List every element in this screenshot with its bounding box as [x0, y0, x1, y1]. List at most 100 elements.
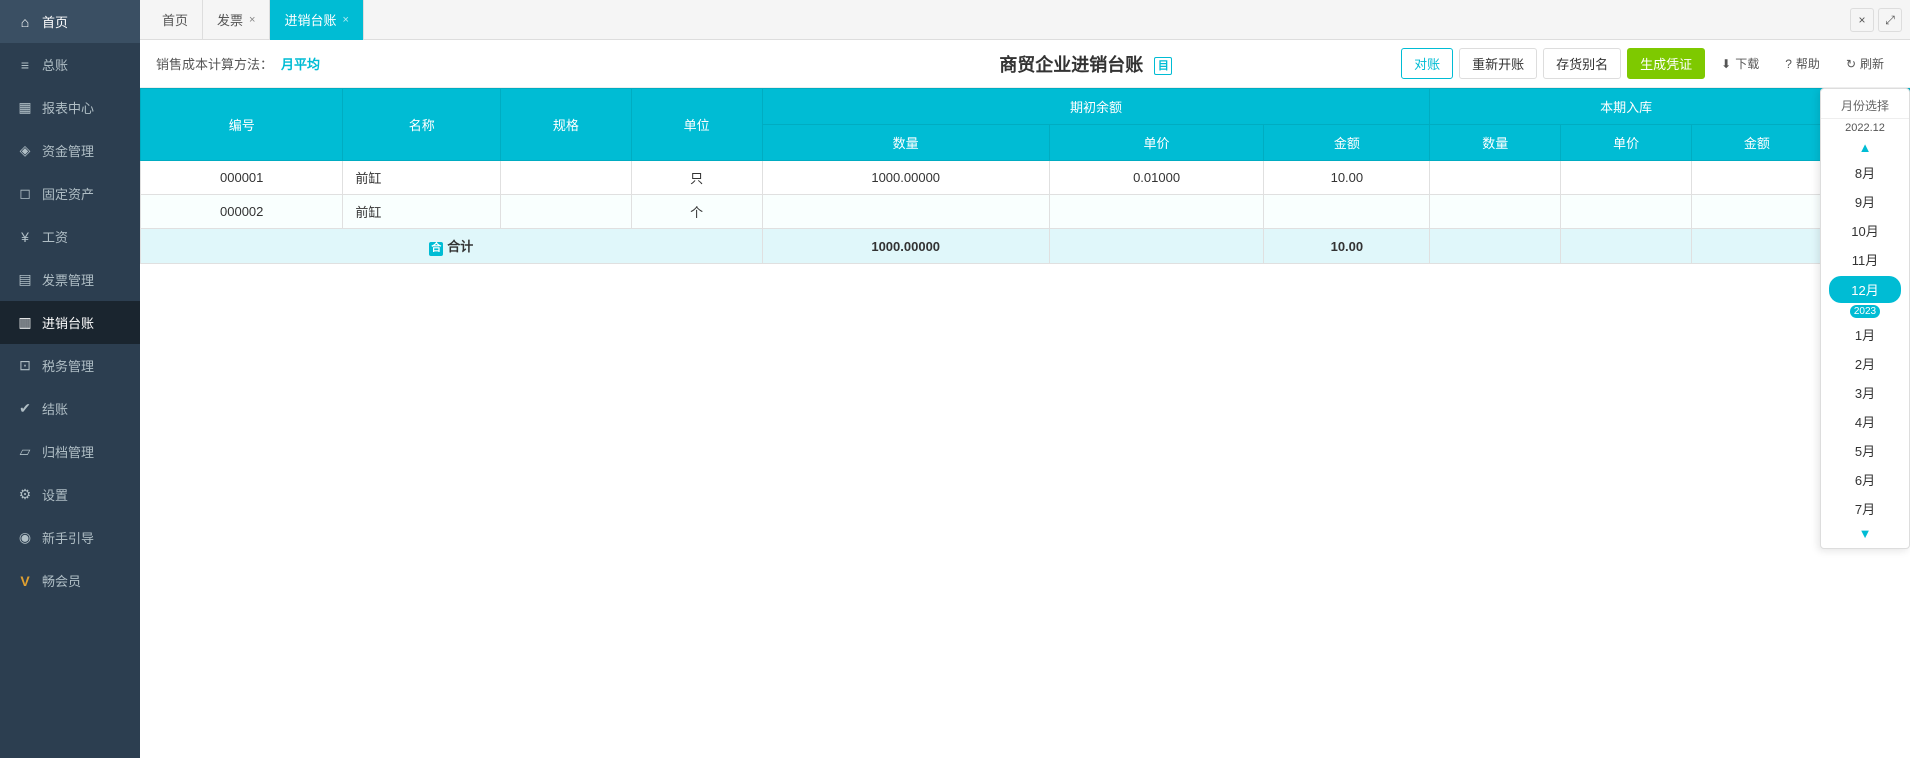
tab-purchase-sales-close[interactable]: ×: [342, 14, 348, 26]
table-row: 000001 前缸 只 1000.00000 0.01000 10.00: [141, 161, 1910, 195]
sidebar-item-fixed-assets[interactable]: ◻ 固定资产: [0, 172, 140, 215]
cost-method-value: 月平均: [281, 54, 320, 73]
window-controls: × ⤢: [1850, 8, 1902, 32]
group-period-balance-header: 期初余额: [762, 89, 1430, 125]
vip-icon: V: [16, 573, 34, 589]
sidebar-item-label: 畅会员: [42, 571, 81, 590]
sidebar-item-settlement[interactable]: ✔ 结账: [0, 387, 140, 430]
settlement-icon: ✔: [16, 400, 34, 417]
month-panel: 月份选择 2022.12 ▲ 8月 9月 10月 11月 12月 2023 1月…: [1820, 88, 1910, 549]
cell-period-price: 0.01000: [1049, 161, 1264, 195]
sidebar-item-label: 报表中心: [42, 98, 94, 117]
month-panel-header: 月份选择: [1821, 93, 1909, 119]
tab-home-label: 首页: [162, 10, 188, 29]
sidebar: ⌂ 首页 ≡ 总账 ▦ 报表中心 ◈ 资金管理 ◻ 固定资产 ¥ 工资 ▤ 发票…: [0, 0, 140, 758]
maximize-window-button[interactable]: ⤢: [1878, 8, 1902, 32]
sidebar-item-settings[interactable]: ⚙ 设置: [0, 473, 140, 516]
sidebar-item-general-ledger[interactable]: ≡ 总账: [0, 43, 140, 86]
tab-home[interactable]: 首页: [148, 0, 203, 40]
reopen-button[interactable]: 重新开账: [1459, 48, 1537, 79]
sidebar-item-label: 固定资产: [42, 184, 94, 203]
sidebar-item-tax-management[interactable]: ⊡ 税务管理: [0, 344, 140, 387]
sidebar-item-fund-management[interactable]: ◈ 资金管理: [0, 129, 140, 172]
sidebar-item-archive-management[interactable]: ▱ 归档管理: [0, 430, 140, 473]
period-amount-header: 金额: [1264, 125, 1430, 161]
toolbar-actions: 对账 重新开账 存货别名 生成凭证 ⬇ 下载 ? 帮助 ↻ 刷新: [1401, 48, 1894, 79]
close-window-button[interactable]: ×: [1850, 8, 1874, 32]
guide-icon: ◉: [16, 529, 34, 546]
reconcile-button[interactable]: 对账: [1401, 48, 1453, 79]
save-alias-button[interactable]: 存货别名: [1543, 48, 1621, 79]
tab-purchase-sales-label: 进销台账: [284, 10, 336, 29]
month-9[interactable]: 9月: [1821, 187, 1909, 216]
total-inbound-qty: [1430, 229, 1561, 264]
fund-icon: ◈: [16, 142, 34, 159]
scroll-down-btn[interactable]: ▼: [1821, 523, 1909, 544]
help-button[interactable]: ? 帮助: [1775, 50, 1830, 77]
inbound-price-header: 单价: [1561, 125, 1692, 161]
tab-invoice-label: 发票: [217, 10, 243, 29]
invoice-icon: ▤: [16, 271, 34, 288]
cell-inbound-price: [1561, 161, 1692, 195]
inbound-qty-header: 数量: [1430, 125, 1561, 161]
data-table: 编号 名称 规格 单位 期初余额 本期入库 数 数量 单价 金额 数量 单价: [140, 88, 1910, 264]
archive-icon: ▱: [16, 443, 34, 460]
total-period-price: [1049, 229, 1264, 264]
month-1[interactable]: 1月: [1821, 320, 1909, 349]
cell-unit: 个: [631, 195, 762, 229]
table-row: 000002 前缸 个: [141, 195, 1910, 229]
cell-inbound-price: [1561, 195, 1692, 229]
sidebar-item-beginner-guide[interactable]: ◉ 新手引导: [0, 516, 140, 559]
sidebar-item-salary[interactable]: ¥ 工资: [0, 215, 140, 258]
sidebar-item-label: 首页: [42, 12, 68, 31]
month-5[interactable]: 5月: [1821, 436, 1909, 465]
cell-spec: [501, 195, 632, 229]
month-11[interactable]: 11月: [1821, 245, 1909, 274]
sidebar-item-vip-member[interactable]: V 畅会员: [0, 559, 140, 602]
tab-invoice[interactable]: 发票 ×: [203, 0, 270, 40]
cell-inbound-amount: [1691, 161, 1822, 195]
cell-inbound-amount: [1691, 195, 1822, 229]
refresh-button[interactable]: ↻ 刷新: [1836, 50, 1894, 77]
scroll-up-btn[interactable]: ▲: [1821, 137, 1909, 158]
cell-name: 前缸: [343, 161, 501, 195]
download-button[interactable]: ⬇ 下载: [1711, 50, 1769, 77]
month-12[interactable]: 12月: [1829, 276, 1901, 303]
month-2[interactable]: 2月: [1821, 349, 1909, 378]
table-wrapper: 编号 名称 规格 单位 期初余额 本期入库 数 数量 单价 金额 数量 单价: [140, 88, 1910, 264]
cell-unit: 只: [631, 161, 762, 195]
month-4[interactable]: 4月: [1821, 407, 1909, 436]
month-3[interactable]: 3月: [1821, 378, 1909, 407]
ledger-icon: ≡: [16, 57, 34, 73]
sidebar-item-report-center[interactable]: ▦ 报表中心: [0, 86, 140, 129]
sidebar-item-label: 设置: [42, 485, 68, 504]
period-price-header: 单价: [1049, 125, 1264, 161]
cell-period-price: [1049, 195, 1264, 229]
total-inbound-price: [1561, 229, 1692, 264]
sidebar-item-label: 工资: [42, 227, 68, 246]
sidebar-item-home[interactable]: ⌂ 首页: [0, 0, 140, 43]
sidebar-item-purchase-sales[interactable]: ▥ 进销台账: [0, 301, 140, 344]
col-unit-header: 单位: [631, 89, 762, 161]
cost-method-info: 销售成本计算方法： 月平均: [156, 54, 771, 73]
month-6[interactable]: 6月: [1821, 465, 1909, 494]
total-period-amount: 10.00: [1264, 229, 1430, 264]
generate-voucher-button[interactable]: 生成凭证: [1627, 48, 1705, 79]
cell-id: 000002: [141, 195, 343, 229]
period-qty-header: 数量: [762, 125, 1049, 161]
cell-period-amount: [1264, 195, 1430, 229]
content-area: 编号 名称 规格 单位 期初余额 本期入库 数 数量 单价 金额 数量 单价: [140, 88, 1910, 758]
tab-invoice-close[interactable]: ×: [249, 14, 255, 26]
cost-method-label: 销售成本计算方法：: [156, 54, 273, 73]
sidebar-item-label: 税务管理: [42, 356, 94, 375]
sidebar-item-invoice-management[interactable]: ▤ 发票管理: [0, 258, 140, 301]
month-7[interactable]: 7月: [1821, 494, 1909, 523]
title-info-icon[interactable]: 目: [1154, 57, 1172, 75]
download-icon: ⬇: [1721, 57, 1731, 71]
settings-icon: ⚙: [16, 486, 34, 503]
month-8[interactable]: 8月: [1821, 158, 1909, 187]
cell-inbound-qty: [1430, 161, 1561, 195]
tab-purchase-sales[interactable]: 进销台账 ×: [270, 0, 363, 40]
total-inbound-amount: [1691, 229, 1822, 264]
month-10[interactable]: 10月: [1821, 216, 1909, 245]
